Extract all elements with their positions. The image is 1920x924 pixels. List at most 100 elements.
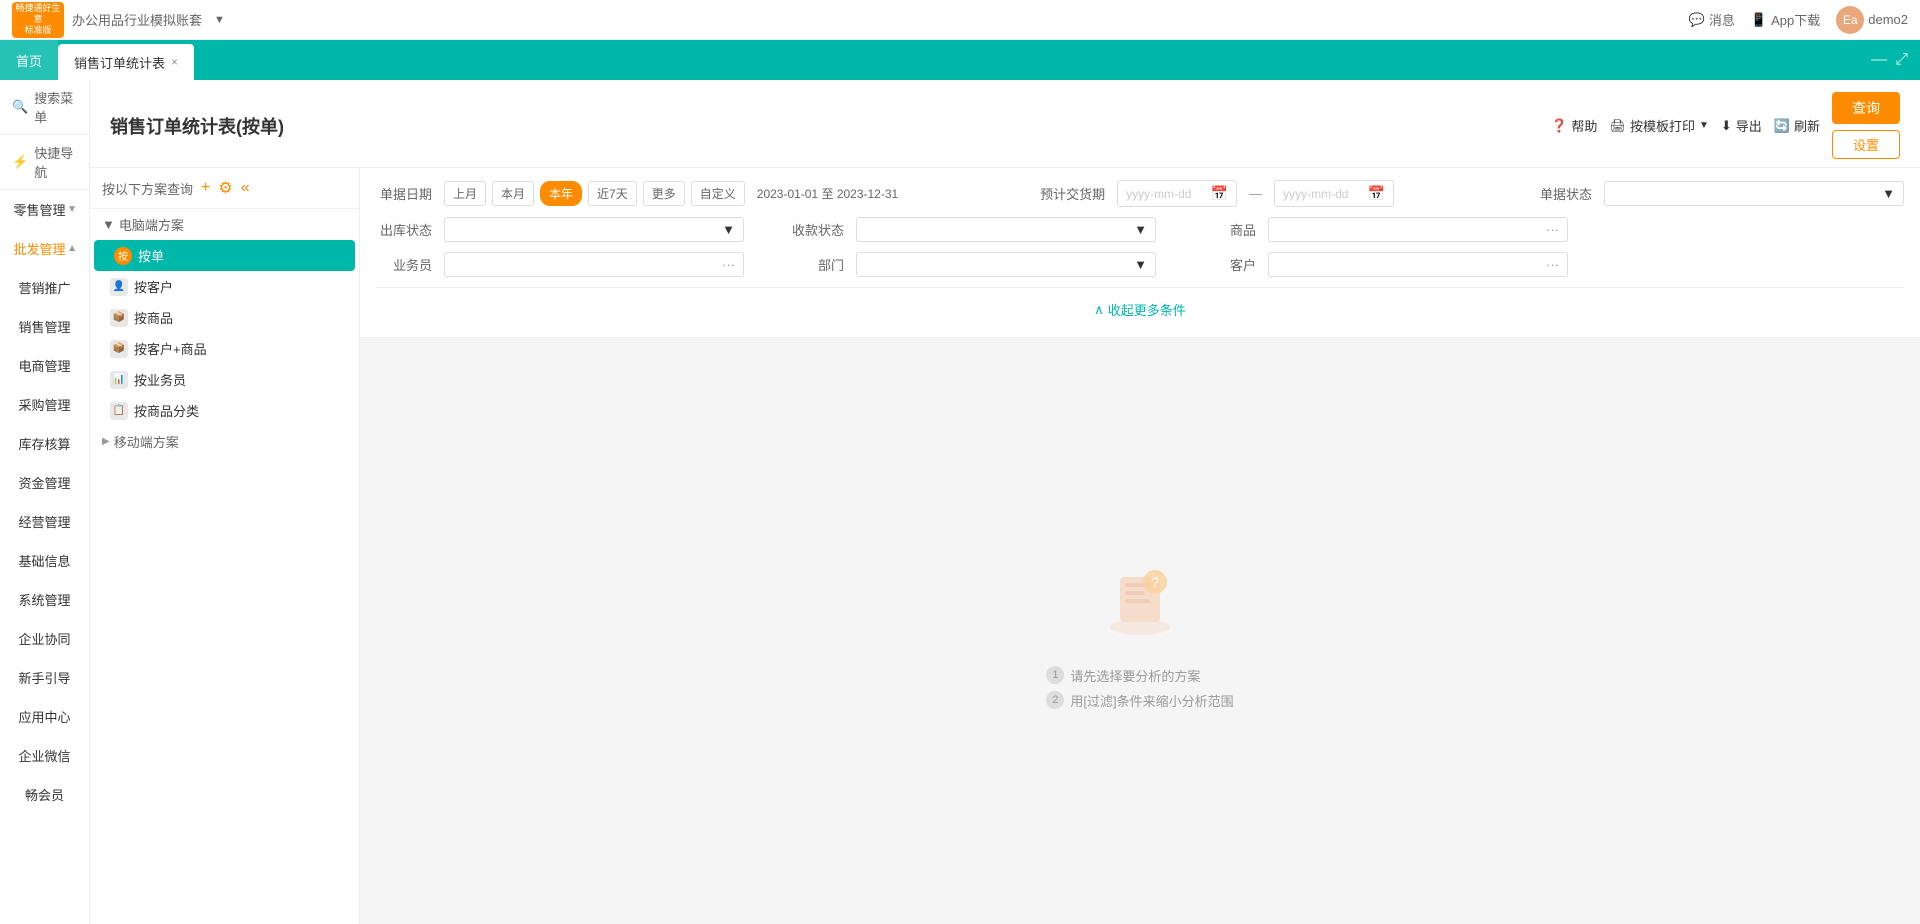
product-dots: ···	[1546, 222, 1559, 237]
expected-date-to[interactable]: yyyy-mm-dd 📅	[1274, 180, 1394, 207]
sidebar-item-wholesale[interactable]: 批发管理 ▲	[0, 229, 89, 268]
main-layout: 🔍 搜索菜单 ⚡ 快捷导航 零售管理 ▼ 批发管理 ▲ 营销推广 销售管理 电商…	[0, 80, 1920, 924]
sidebar-quick-nav[interactable]: ⚡ 快捷导航	[0, 135, 89, 190]
app-title-dropdown[interactable]: ▼	[214, 14, 225, 26]
sidebar-item-finance[interactable]: 资金管理	[0, 463, 89, 502]
sidebar-item-new-guide[interactable]: 新手引导	[0, 658, 89, 697]
settings-scheme-icon[interactable]: ⚙	[218, 178, 232, 198]
date-btn-group: 上月 本月 本年 近7天 更多 自定义	[444, 181, 745, 206]
date-btn-this-month[interactable]: 本月	[492, 181, 534, 206]
help-btn[interactable]: ❓ 帮助	[1551, 116, 1597, 135]
status-dropdown-icon: ▼	[1882, 186, 1895, 201]
date-btn-this-year[interactable]: 本年	[540, 181, 582, 206]
tree-item-by-order[interactable]: 按 按单	[94, 240, 355, 271]
sidebar-item-marketing[interactable]: 营销推广	[0, 268, 89, 307]
tree-item-icon-product: 📦	[110, 309, 128, 327]
expected-date-from[interactable]: yyyy-mm-dd 📅	[1117, 180, 1237, 207]
sidebar-item-member[interactable]: 畅会员	[0, 775, 89, 814]
date-range-text: 2023-01-01 至 2023-12-31	[757, 185, 898, 202]
collapse-panel-icon[interactable]: «	[241, 179, 250, 197]
hint-num-2: 2	[1046, 691, 1064, 709]
setting-button[interactable]: 设置	[1832, 130, 1900, 159]
nav-tab-actions: — ⤢	[1871, 52, 1920, 68]
user-menu[interactable]: Ea demo2	[1836, 6, 1908, 34]
refresh-btn[interactable]: 🔄 刷新	[1774, 116, 1820, 135]
svg-text:?: ?	[1151, 574, 1159, 590]
top-bar: 畅捷通好生意 标准版 办公用品行业模拟账套 ▼ 💬 消息 📱 App下载 Ea …	[0, 0, 1920, 40]
query-button[interactable]: 查询	[1832, 92, 1900, 124]
tree-item-by-product[interactable]: 📦 按商品	[90, 302, 359, 333]
collapse-filter-icon: ∧	[1094, 302, 1104, 318]
payment-select[interactable]: ▼	[856, 217, 1156, 242]
print-dropdown-icon: ▼	[1699, 120, 1709, 131]
quick-nav-icon: ⚡	[12, 154, 28, 170]
sidebar-item-sales[interactable]: 销售管理	[0, 307, 89, 346]
delivery-label: 出库状态	[376, 220, 432, 239]
product-select[interactable]: ···	[1268, 217, 1568, 242]
sidebar: 🔍 搜索菜单 ⚡ 快捷导航 零售管理 ▼ 批发管理 ▲ 营销推广 销售管理 电商…	[0, 80, 90, 924]
logo: 畅捷通好生意 标准版	[12, 2, 64, 38]
sidebar-item-purchase[interactable]: 采购管理	[0, 385, 89, 424]
page-header-actions: ❓ 帮助 🖨 按模板打印 ▼ ⬇ 导出 🔄 刷新 查询	[1551, 92, 1900, 159]
salesperson-select[interactable]: ···	[444, 252, 744, 277]
tree-item-icon-sales: 📊	[110, 371, 128, 389]
print-icon: 🖨	[1609, 118, 1626, 134]
sidebar-item-inventory[interactable]: 库存核算	[0, 424, 89, 463]
sidebar-item-system[interactable]: 系统管理	[0, 580, 89, 619]
department-select[interactable]: ▼	[856, 252, 1156, 277]
minimize-icon[interactable]: —	[1871, 52, 1887, 68]
mobile-group[interactable]: ▶ 移动端方案	[90, 426, 359, 457]
export-icon: ⬇	[1721, 118, 1732, 134]
expected-date-label: 预计交货期	[1040, 184, 1105, 203]
tab-sales-stats[interactable]: 销售订单统计表 ×	[58, 44, 194, 80]
calendar-icon-from: 📅	[1211, 185, 1228, 202]
sidebar-item-wechat[interactable]: 企业微信	[0, 736, 89, 775]
print-btn[interactable]: 🖨 按模板打印 ▼	[1609, 116, 1708, 135]
right-panel: 单据日期 上月 本月 本年 近7天 更多 自定义 2023-01-01 至 20…	[360, 168, 1920, 924]
refresh-icon: 🔄	[1774, 118, 1790, 134]
split-content: 按以下方案查询 + ⚙ « ▼ 电脑端方案 按 按单 👤 按客户	[90, 168, 1920, 924]
tab-close-icon[interactable]: ×	[171, 55, 178, 69]
search-icon: 🔍	[12, 99, 28, 115]
sidebar-item-enterprise[interactable]: 企业协同	[0, 619, 89, 658]
sidebar-item-ecommerce[interactable]: 电商管理	[0, 346, 89, 385]
payment-dropdown-icon: ▼	[1134, 222, 1147, 237]
department-label: 部门	[788, 255, 844, 274]
date-btn-7days[interactable]: 近7天	[588, 181, 637, 206]
hint-item-2: 2 用[过滤]条件来缩小分析范围	[1046, 691, 1233, 710]
left-panel: 按以下方案查询 + ⚙ « ▼ 电脑端方案 按 按单 👤 按客户	[90, 168, 360, 924]
export-btn[interactable]: ⬇ 导出	[1721, 116, 1762, 135]
date-btn-last-month[interactable]: 上月	[444, 181, 486, 206]
message-btn[interactable]: 💬 消息	[1689, 10, 1735, 29]
sidebar-item-basic-info[interactable]: 基础信息	[0, 541, 89, 580]
sidebar-item-retail[interactable]: 零售管理 ▼	[0, 190, 89, 229]
collapse-filter-btn[interactable]: ∧ 收起更多条件	[376, 294, 1904, 325]
delivery-select[interactable]: ▼	[444, 217, 744, 242]
hint-num-1: 1	[1046, 666, 1064, 684]
tree-item-icon-order: 按	[114, 247, 132, 265]
tree-item-by-customer[interactable]: 👤 按客户	[90, 271, 359, 302]
date-btn-more[interactable]: 更多	[643, 181, 685, 206]
app-download-btn[interactable]: 📱 App下载	[1751, 10, 1820, 29]
add-scheme-icon[interactable]: +	[201, 179, 210, 197]
maximize-icon[interactable]: ⤢	[1895, 52, 1908, 68]
sidebar-item-operations[interactable]: 经营管理	[0, 502, 89, 541]
date-label: 单据日期	[376, 184, 432, 203]
tree-item-by-category[interactable]: 📋 按商品分类	[90, 395, 359, 426]
message-icon: 💬	[1689, 12, 1705, 28]
help-icon: ❓	[1551, 118, 1567, 134]
tree-item-by-customer-product[interactable]: 📦 按客户+商品	[90, 333, 359, 364]
filter-row-date: 单据日期 上月 本月 本年 近7天 更多 自定义 2023-01-01 至 20…	[376, 180, 1904, 207]
customer-select[interactable]: ···	[1268, 252, 1568, 277]
hint-item-1: 1 请先选择要分析的方案	[1046, 666, 1233, 685]
sidebar-search[interactable]: 🔍 搜索菜单	[0, 80, 89, 135]
tree-item-by-salesperson[interactable]: 📊 按业务员	[90, 364, 359, 395]
sidebar-item-app-center[interactable]: 应用中心	[0, 697, 89, 736]
content-area: 销售订单统计表(按单) ❓ 帮助 🖨 按模板打印 ▼ ⬇ 导出 🔄 刷新	[90, 80, 1920, 924]
filter-area: 单据日期 上月 本月 本年 近7天 更多 自定义 2023-01-01 至 20…	[360, 168, 1920, 338]
empty-icon: ?	[1090, 547, 1190, 650]
status-select[interactable]: ▼	[1604, 181, 1904, 206]
tab-home[interactable]: 首页	[0, 40, 58, 80]
date-btn-custom[interactable]: 自定义	[691, 181, 745, 206]
desktop-group: ▼ 电脑端方案	[90, 209, 359, 240]
